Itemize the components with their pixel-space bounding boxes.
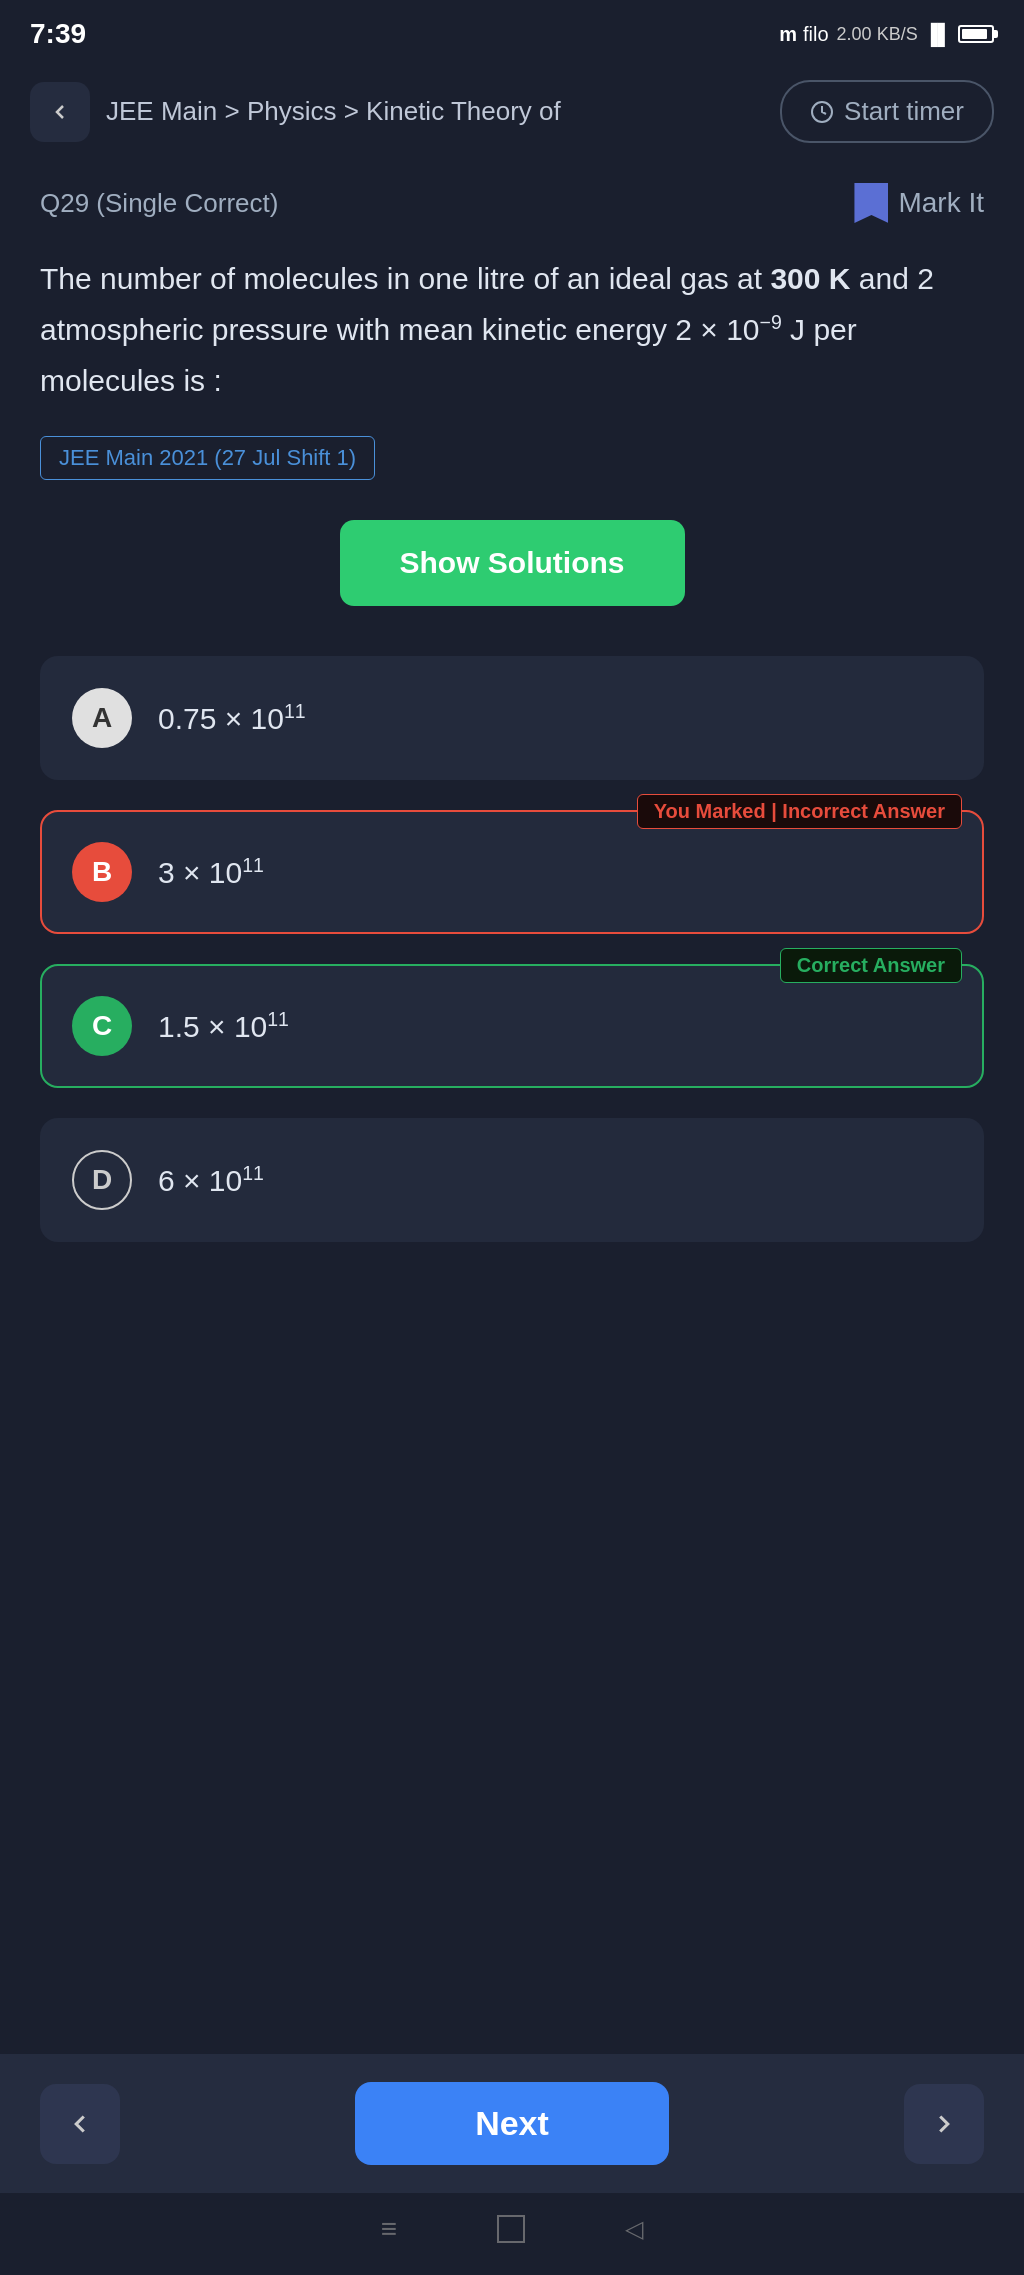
battery-icon (958, 25, 994, 43)
signal-icon: ▐▌ (924, 23, 952, 46)
option-circle-b: B (72, 842, 132, 902)
question-label: Q29 (Single Correct) (40, 188, 278, 219)
option-card-a[interactable]: A 0.75 × 1011 (40, 656, 984, 780)
app-icons: m filo (779, 23, 828, 46)
timer-label: Start timer (844, 96, 964, 127)
bottom-nav: Next (0, 2054, 1024, 2193)
mark-it-label: Mark It (898, 187, 984, 219)
bookmark-icon (854, 183, 888, 223)
filo-label: filo (803, 23, 829, 46)
back-nav-icon: ◁ (625, 2215, 643, 2243)
question-header: Q29 (Single Correct) Mark It (40, 183, 984, 223)
next-button[interactable]: Next (355, 2082, 669, 2165)
option-card-b[interactable]: You Marked | Incorrect Answer B 3 × 1011 (40, 810, 984, 934)
breadcrumb: JEE Main > Physics > Kinetic Theory of (106, 96, 561, 127)
network-speed: 2.00 KB/S (837, 24, 918, 45)
question-text: The number of molecules in one litre of … (40, 253, 984, 406)
clock-icon (810, 100, 834, 124)
system-nav: ≡ ◁ (0, 2193, 1024, 2275)
correct-badge: Correct Answer (780, 948, 962, 983)
option-circle-a: A (72, 688, 132, 748)
start-timer-button[interactable]: Start timer (780, 80, 994, 143)
option-card-c[interactable]: Correct Answer C 1.5 × 1011 (40, 964, 984, 1088)
forward-button[interactable] (904, 2084, 984, 2164)
question-tag: JEE Main 2021 (27 Jul Shift 1) (40, 436, 375, 480)
mark-it-button[interactable]: Mark It (854, 183, 984, 223)
status-bar: 7:39 m filo 2.00 KB/S ▐▌ (0, 0, 1024, 60)
option-circle-d: D (72, 1150, 132, 1210)
option-card-d[interactable]: D 6 × 1011 (40, 1118, 984, 1242)
home-icon (497, 2215, 525, 2243)
menu-icon: ≡ (381, 2213, 397, 2245)
incorrect-badge: You Marked | Incorrect Answer (637, 794, 962, 829)
chevron-right-icon (929, 2109, 959, 2139)
main-content: Q29 (Single Correct) Mark It The number … (0, 163, 1024, 2054)
header-nav: JEE Main > Physics > Kinetic Theory of S… (0, 60, 1024, 163)
option-circle-c: C (72, 996, 132, 1056)
chevron-left-icon (48, 100, 72, 124)
option-text-a: 0.75 × 1011 (158, 700, 306, 736)
network-icons: 2.00 KB/S ▐▌ (837, 23, 994, 46)
status-time: 7:39 (30, 18, 86, 50)
nav-left: JEE Main > Physics > Kinetic Theory of (30, 82, 561, 142)
show-solutions-button[interactable]: Show Solutions (340, 520, 685, 606)
option-text-d: 6 × 1011 (158, 1162, 264, 1198)
option-text-b: 3 × 1011 (158, 854, 264, 890)
chevron-left-icon (65, 2109, 95, 2139)
prev-button[interactable] (40, 2084, 120, 2164)
m-icon: m (779, 23, 797, 46)
back-button[interactable] (30, 82, 90, 142)
status-right: m filo 2.00 KB/S ▐▌ (779, 23, 994, 46)
option-text-c: 1.5 × 1011 (158, 1008, 289, 1044)
